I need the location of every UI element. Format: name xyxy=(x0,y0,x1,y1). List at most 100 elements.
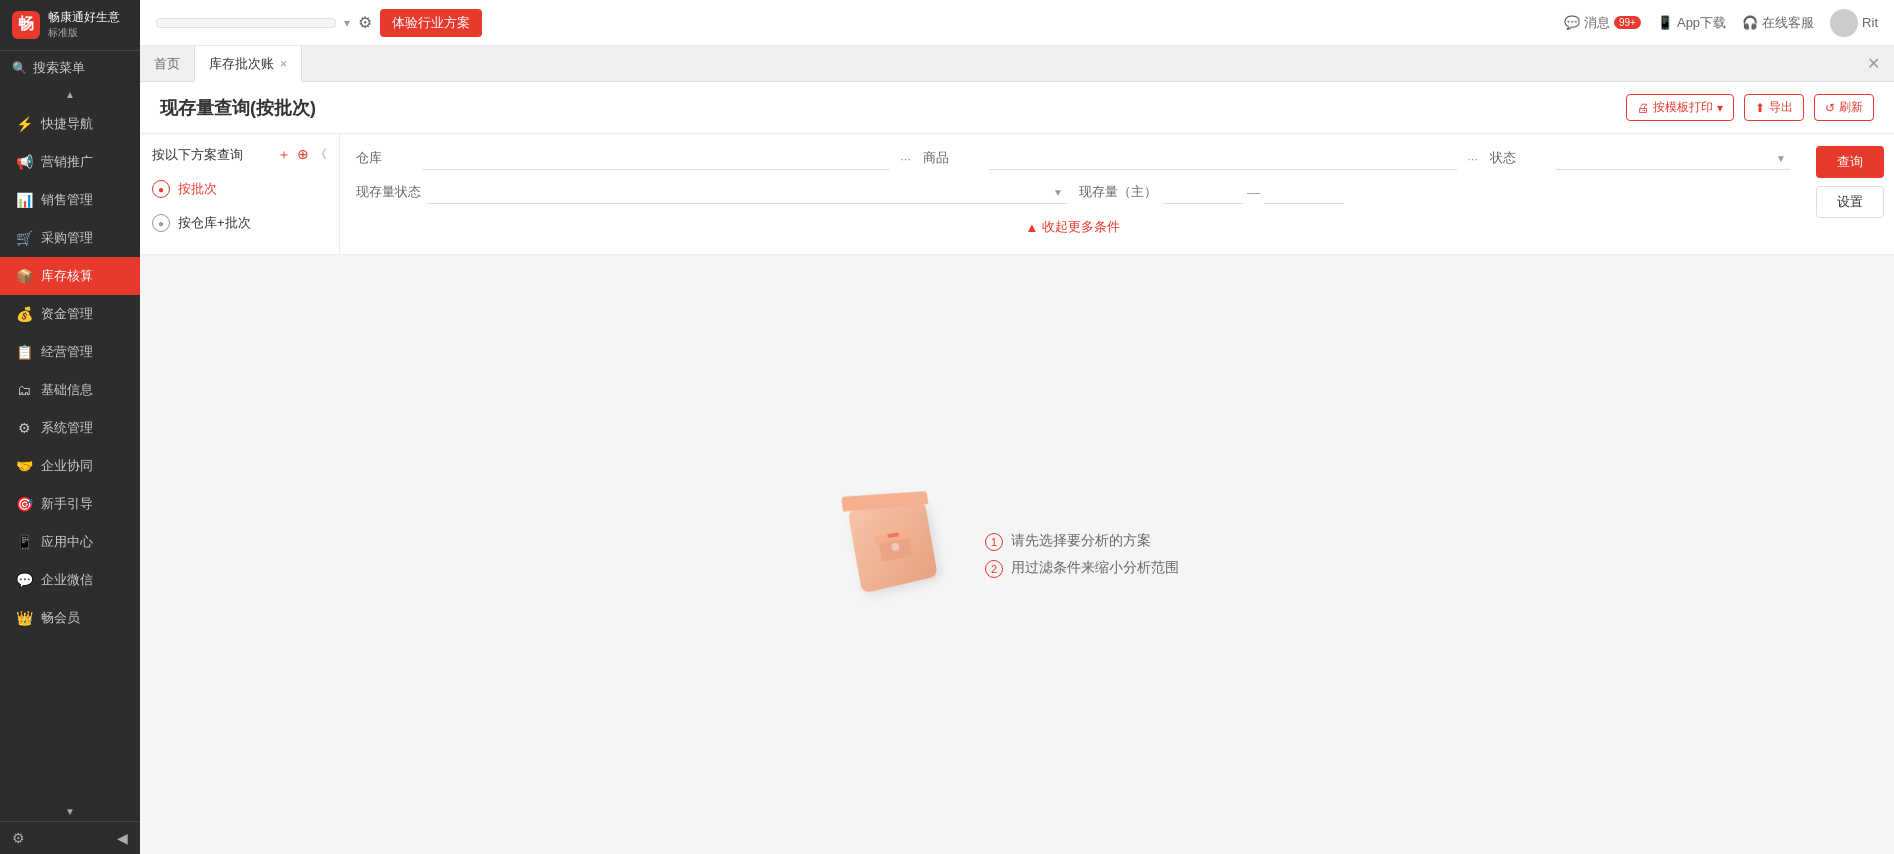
topbar: ▾ ⚙ 体验行业方案 💬 消息 99+ 📱 App下载 🎧 在线客服 Rit xyxy=(140,0,1894,46)
user-area[interactable]: Rit xyxy=(1830,9,1878,37)
topbar-search-input[interactable] xyxy=(156,18,336,28)
experience-btn[interactable]: 体验行业方案 xyxy=(380,9,482,37)
nav-label-finance: 资金管理 xyxy=(41,305,93,323)
filter-warehouse-field: 仓库 ··· xyxy=(356,146,911,170)
tab-home[interactable]: 首页 xyxy=(140,46,195,82)
sidebar-item-collab[interactable]: 🤝 企业协同 xyxy=(0,447,140,485)
product-dots[interactable]: ··· xyxy=(1467,151,1478,166)
inv-qty-to[interactable] xyxy=(1264,180,1344,204)
nav-label-apps: 应用中心 xyxy=(41,533,93,551)
filter-row-2: 现存量状态 ▼ 现存量（主） xyxy=(356,180,1790,204)
online-service-btn[interactable]: 🎧 在线客服 xyxy=(1742,14,1814,32)
panel-close-btn[interactable]: ✕ xyxy=(1853,54,1894,73)
warehouse-dots[interactable]: ··· xyxy=(900,151,911,166)
filter-collapse-row[interactable]: ▲ 收起更多条件 xyxy=(356,212,1790,242)
sidebar-item-marketing[interactable]: 📢 营销推广 xyxy=(0,143,140,181)
sidebar-item-shortcuts[interactable]: ⚡ 快捷导航 xyxy=(0,105,140,143)
nav-label-newbie: 新手引导 xyxy=(41,495,93,513)
content-area: 现存量查询(按批次) 🖨 按模板打印 ▾ ⬆ 导出 ↺ 刷新 xyxy=(140,82,1894,854)
collapse-label: 收起更多条件 xyxy=(1042,218,1120,236)
sidebar-scroll-down[interactable]: ▼ xyxy=(0,801,140,821)
scheme-warehouse-batch-label: 按仓库+批次 xyxy=(178,214,251,232)
nav-label-collab: 企业协同 xyxy=(41,457,93,475)
nav-icon-basic: 🗂 xyxy=(15,382,33,398)
inv-qty-from[interactable] xyxy=(1163,180,1243,204)
tab-close-btn[interactable]: × xyxy=(280,57,287,71)
nav-label-shortcuts: 快捷导航 xyxy=(41,115,93,133)
messages-btn[interactable]: 💬 消息 99+ xyxy=(1564,14,1641,32)
nav-label-marketing: 营销推广 xyxy=(41,153,93,171)
settings-icon[interactable]: ⚙ xyxy=(12,830,25,846)
sidebar: 畅 畅康通好生意 标准版 🔍 搜索菜单 ▲ ⚡ 快捷导航 📢 营销推广 📊 销售… xyxy=(0,0,140,854)
sidebar-item-basic[interactable]: 🗂 基础信息 xyxy=(0,371,140,409)
app-download-btn[interactable]: 📱 App下载 xyxy=(1657,14,1726,32)
main-area: ▾ ⚙ 体验行业方案 💬 消息 99+ 📱 App下载 🎧 在线客服 Rit xyxy=(140,0,1894,854)
box-svg xyxy=(872,524,916,566)
topbar-settings-icon[interactable]: ⚙ xyxy=(358,13,372,32)
product-label: 商品 xyxy=(923,149,983,167)
filter-product-field: 商品 ··· xyxy=(923,146,1478,170)
nav-icon-system: ⚙ xyxy=(15,420,33,436)
collapse-icon[interactable]: ◀ xyxy=(117,830,128,846)
topbar-left: ▾ ⚙ 体验行业方案 xyxy=(156,9,1554,37)
nav-label-system: 系统管理 xyxy=(41,419,93,437)
sidebar-item-members[interactable]: 👑 畅会员 xyxy=(0,599,140,637)
sidebar-item-sales[interactable]: 📊 销售管理 xyxy=(0,181,140,219)
sidebar-search[interactable]: 🔍 搜索菜单 xyxy=(0,51,140,85)
nav-icon-apps: 📱 xyxy=(15,534,33,550)
sidebar-item-wechat[interactable]: 💬 企业微信 xyxy=(0,561,140,599)
app-logo: 畅 xyxy=(12,11,40,39)
sidebar-item-newbie[interactable]: 🎯 新手引导 xyxy=(0,485,140,523)
scheme-settings-icon[interactable]: ⊕ xyxy=(297,146,309,164)
sidebar-nav: ⚡ 快捷导航 📢 营销推广 📊 销售管理 🛒 采购管理 📦 库存核算 💰 资金管… xyxy=(0,105,140,801)
nav-icon-wechat: 💬 xyxy=(15,572,33,588)
sidebar-item-system[interactable]: ⚙ 系统管理 xyxy=(0,409,140,447)
warehouse-input[interactable] xyxy=(422,146,890,170)
sidebar-item-operation[interactable]: 📋 经营管理 xyxy=(0,333,140,371)
inv-status-select[interactable] xyxy=(427,180,1067,204)
scheme-warehouse-batch-icon: ● xyxy=(152,214,170,232)
sidebar-header: 畅 畅康通好生意 标准版 xyxy=(0,0,140,51)
scheme-collapse-icon[interactable]: 《 xyxy=(315,146,327,164)
sidebar-item-inventory[interactable]: 📦 库存核算 xyxy=(0,257,140,295)
sidebar-scroll-up[interactable]: ▲ xyxy=(0,85,140,105)
filter-inv-status-field: 现存量状态 ▼ xyxy=(356,180,1067,204)
nav-icon-sales: 📊 xyxy=(15,192,33,208)
page-title: 现存量查询(按批次) xyxy=(160,96,316,120)
scheme-header: 按以下方案查询 ＋ ⊕ 《 xyxy=(140,146,339,172)
scheme-header-title: 按以下方案查询 xyxy=(152,146,243,164)
sidebar-item-purchase[interactable]: 🛒 采购管理 xyxy=(0,219,140,257)
tabbar: 首页 库存批次账 × ✕ xyxy=(140,46,1894,82)
inv-status-label: 现存量状态 xyxy=(356,183,421,201)
scheme-item-batch[interactable]: ● 按批次 xyxy=(140,172,339,206)
messages-badge: 99+ xyxy=(1614,16,1641,29)
nav-icon-shortcuts: ⚡ xyxy=(15,116,33,132)
sidebar-item-apps[interactable]: 📱 应用中心 xyxy=(0,523,140,561)
scheme-item-warehouse-batch[interactable]: ● 按仓库+批次 xyxy=(140,206,339,240)
scheme-add-icon[interactable]: ＋ xyxy=(277,146,291,164)
nav-icon-collab: 🤝 xyxy=(15,458,33,474)
tab-label: 库存批次账 xyxy=(209,55,274,73)
collapse-up-icon: ▲ xyxy=(1026,220,1039,235)
nav-icon-finance: 💰 xyxy=(15,306,33,322)
empty-box-icon xyxy=(848,501,938,593)
sidebar-item-finance[interactable]: 💰 资金管理 xyxy=(0,295,140,333)
product-input[interactable] xyxy=(989,146,1457,170)
nav-icon-inventory: 📦 xyxy=(15,268,33,284)
empty-tips: 1 请先选择要分析的方案 2 用过滤条件来缩小分析范围 xyxy=(985,532,1179,578)
edition-label: 标准版 xyxy=(48,26,120,40)
nav-label-inventory: 库存核算 xyxy=(41,267,93,285)
username-label: Rit xyxy=(1862,15,1878,30)
inv-status-select-wrap: ▼ xyxy=(427,180,1067,204)
nav-icon-newbie: 🎯 xyxy=(15,496,33,512)
nav-icon-members: 👑 xyxy=(15,610,33,626)
topbar-chevron-icon[interactable]: ▾ xyxy=(344,16,350,30)
messages-label: 消息 xyxy=(1584,14,1610,32)
nav-label-operation: 经营管理 xyxy=(41,343,93,361)
message-icon: 💬 xyxy=(1564,15,1580,30)
search-icon: 🔍 xyxy=(12,61,27,75)
tip-2-num: 2 xyxy=(985,560,1003,578)
nav-label-basic: 基础信息 xyxy=(41,381,93,399)
scheme-panel: 按以下方案查询 ＋ ⊕ 《 ● 按批次 ● 按仓库+批次 xyxy=(140,134,340,254)
tab-inventory-batch[interactable]: 库存批次账 × xyxy=(195,46,302,82)
